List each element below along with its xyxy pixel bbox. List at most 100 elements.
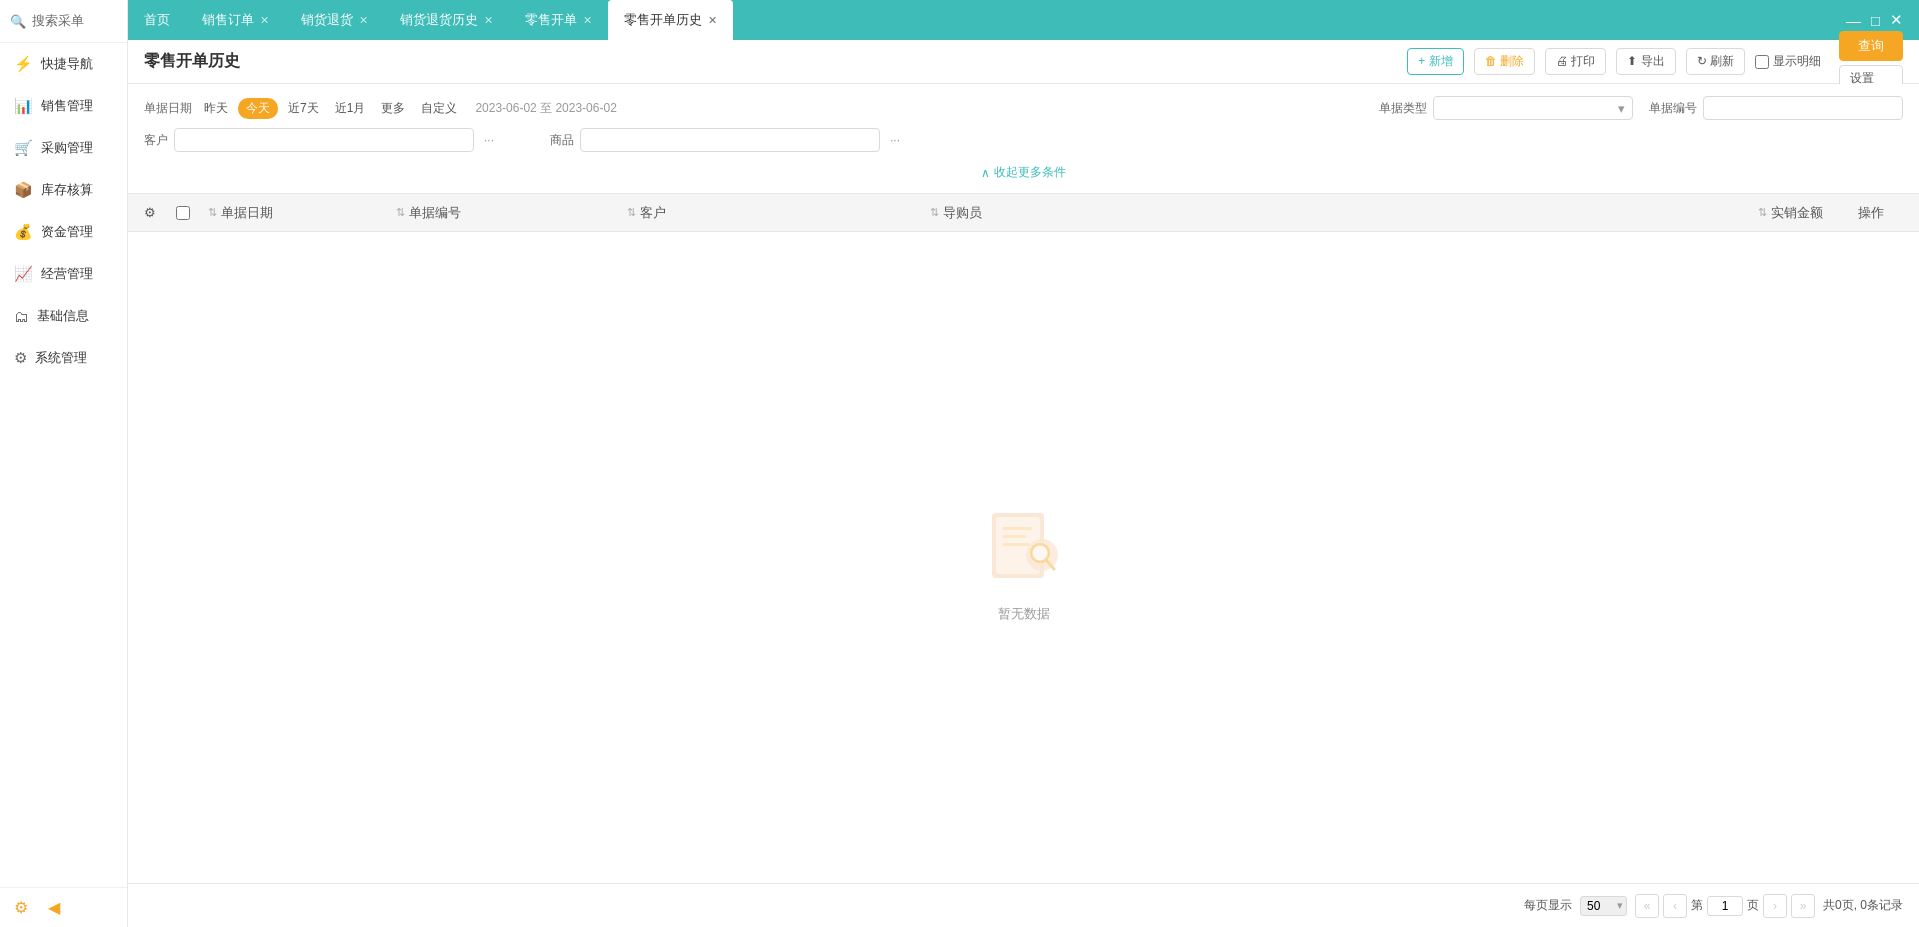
date-filter: 单据日期 昨天今天近7天近1月更多自定义 2023-06-02 至 2023-0… (144, 98, 617, 119)
th-date-label: 单据日期 (221, 204, 273, 222)
tab-retail-open[interactable]: 零售开单 ✕ (509, 0, 608, 40)
date-buttons: 昨天今天近7天近1月更多自定义 (198, 98, 463, 119)
th-num-label: 单据编号 (409, 204, 461, 222)
close-btn[interactable]: ✕ (1890, 11, 1903, 29)
page-nav: « ‹ 第 页 › » (1635, 894, 1815, 918)
tab-label-retail-open-history: 零售开单历史 (624, 11, 702, 29)
search-icon: 🔍 (10, 14, 26, 29)
show-detail-label[interactable]: 显示明细 (1755, 53, 1821, 70)
date-btn-last1m[interactable]: 近1月 (329, 98, 372, 119)
tab-label-retail-open: 零售开单 (525, 11, 577, 29)
tab-close-sales-return-history[interactable]: ✕ (484, 14, 493, 27)
sidebar-item-inventory[interactable]: 📦库存核算 (0, 169, 127, 211)
sort-customer-icon[interactable]: ⇅ (627, 206, 636, 219)
order-num-filter: 单据编号 (1649, 96, 1903, 120)
maximize-btn[interactable]: □ (1871, 12, 1880, 29)
sidebar-item-quick-nav[interactable]: ⚡ 快捷导航 (0, 43, 127, 85)
tab-sales-order[interactable]: 销售订单✕ (186, 0, 285, 40)
svg-rect-2 (1002, 527, 1032, 530)
page-input[interactable] (1707, 896, 1743, 916)
sidebar-item-finance[interactable]: 💰资金管理 (0, 211, 127, 253)
th-check[interactable] (168, 206, 200, 220)
delete-button[interactable]: 🗑 删除 (1474, 48, 1535, 75)
sort-date-icon[interactable]: ⇅ (208, 206, 217, 219)
sidebar-icon-purchase-mgmt: 🛒 (14, 139, 33, 157)
tab-sales-return-history[interactable]: 销货退货历史 ✕ (384, 0, 509, 40)
tab-sales-return[interactable]: 销货退货✕ (285, 0, 384, 40)
show-detail-checkbox[interactable] (1755, 55, 1769, 69)
th-amount: ⇅ 实销金额 (1672, 204, 1831, 222)
tab-close-sales-order[interactable]: ✕ (260, 14, 269, 27)
sidebar-icon-quick-nav: ⚡ (14, 55, 33, 73)
sidebar-item-purchase-mgmt[interactable]: 🛒 采购管理 (0, 127, 127, 169)
sidebar-item-basic-info[interactable]: 🗂基础信息 (0, 295, 127, 337)
filter-row-1: 单据日期 昨天今天近7天近1月更多自定义 2023-06-02 至 2023-0… (144, 96, 1903, 120)
sidebar-item-biz-mgmt[interactable]: 📈经营管理 (0, 253, 127, 295)
customer-input[interactable] (174, 128, 474, 152)
sidebar-label-purchase-mgmt: 采购管理 (41, 139, 93, 157)
minimize-btn[interactable]: — (1846, 12, 1861, 29)
empty-text: 暂无数据 (998, 605, 1050, 623)
customer-ellipsis[interactable]: ··· (484, 133, 494, 147)
prev-page-btn[interactable]: ‹ (1663, 894, 1687, 918)
th-guide-label: 导购员 (943, 204, 982, 222)
sidebar-item-sales-mgmt[interactable]: 📊销售管理 (0, 85, 127, 127)
page-label-post: 页 (1747, 897, 1759, 914)
sidebar-collapse-icon[interactable]: ◀ (48, 898, 60, 917)
tab-close-sales-return[interactable]: ✕ (359, 14, 368, 27)
print-button[interactable]: 🖨 打印 (1545, 48, 1606, 75)
collapse-icon: ∧ (981, 166, 990, 180)
query-button[interactable]: 查询 (1839, 31, 1903, 61)
sidebar-label-quick-nav: 快捷导航 (41, 55, 93, 73)
page-size-select[interactable]: 50 10 20 100 (1580, 896, 1627, 916)
filter-area: 单据日期 昨天今天近7天近1月更多自定义 2023-06-02 至 2023-0… (128, 84, 1919, 194)
tab-retail-open-history[interactable]: 零售开单历史 ✕ (608, 0, 733, 40)
collapse-bar[interactable]: ∧ 收起更多条件 (144, 160, 1903, 185)
sidebar-label-inventory: 库存核算 (41, 181, 93, 199)
sidebar-icon-sales-mgmt: 📊 (14, 97, 33, 115)
sort-guide-icon[interactable]: ⇅ (930, 206, 939, 219)
select-all-checkbox[interactable] (176, 206, 190, 220)
order-num-input[interactable] (1703, 96, 1903, 120)
sidebar-icon-biz-mgmt: 📈 (14, 265, 33, 283)
tab-home[interactable]: 首页 (128, 0, 186, 40)
goods-input[interactable] (580, 128, 880, 152)
sidebar-settings-icon[interactable]: ⚙ (14, 898, 28, 917)
filter-row-2: 客户 ··· 商品 ··· (144, 128, 1903, 152)
export-button[interactable]: ⬆ 导出 (1616, 48, 1675, 75)
th-settings[interactable]: ⚙ (136, 205, 168, 220)
date-btn-yesterday[interactable]: 昨天 (198, 98, 234, 119)
tabs-bar: 首页销售订单✕销货退货✕ 销货退货历史 ✕ 零售开单 ✕ 零售开单历史 ✕ — □ ✕ (128, 0, 1919, 40)
date-btn-custom[interactable]: 自定义 (415, 98, 463, 119)
sidebar-search-label: 搜索采单 (32, 12, 84, 30)
tab-close-retail-open[interactable]: ✕ (583, 14, 592, 27)
table-area: ⚙ ⇅ 单据日期 ⇅ 单据编号 ⇅ 客户 ⇅ 导购员 ⇅ (128, 194, 1919, 883)
page-label-pre: 第 (1691, 897, 1703, 914)
th-action: 操作 (1831, 204, 1911, 222)
last-page-btn[interactable]: » (1791, 894, 1815, 918)
sidebar-label-finance: 资金管理 (41, 223, 93, 241)
tab-label-sales-return-history: 销货退货历史 (400, 11, 478, 29)
order-type-select[interactable] (1433, 96, 1633, 120)
date-filter-label: 单据日期 (144, 100, 192, 117)
goods-ellipsis[interactable]: ··· (890, 133, 900, 147)
sort-amount-icon[interactable]: ⇅ (1758, 206, 1767, 219)
tab-close-retail-open-history[interactable]: ✕ (708, 14, 717, 27)
th-customer: ⇅ 客户 (619, 204, 922, 222)
first-page-btn[interactable]: « (1635, 894, 1659, 918)
date-range-display: 2023-06-02 至 2023-06-02 (475, 100, 616, 117)
svg-rect-4 (1002, 543, 1030, 546)
date-btn-today[interactable]: 今天 (238, 98, 278, 119)
date-btn-more[interactable]: 更多 (375, 98, 411, 119)
sidebar-search[interactable]: 🔍 搜索采单 (0, 0, 127, 43)
sidebar-icon-sys-mgmt: ⚙ (14, 349, 27, 367)
refresh-button[interactable]: ↻ 刷新 (1686, 48, 1745, 75)
date-btn-last7[interactable]: 近7天 (282, 98, 325, 119)
svg-rect-3 (1002, 535, 1026, 538)
new-button[interactable]: + 新增 (1407, 48, 1463, 75)
tab-label-home: 首页 (144, 11, 170, 29)
sort-num-icon[interactable]: ⇅ (396, 206, 405, 219)
sidebar-item-sys-mgmt[interactable]: ⚙系统管理 (0, 337, 127, 379)
main-content: 首页销售订单✕销货退货✕ 销货退货历史 ✕ 零售开单 ✕ 零售开单历史 ✕ — □ ✕ 零售… (128, 0, 1919, 927)
next-page-btn[interactable]: › (1763, 894, 1787, 918)
